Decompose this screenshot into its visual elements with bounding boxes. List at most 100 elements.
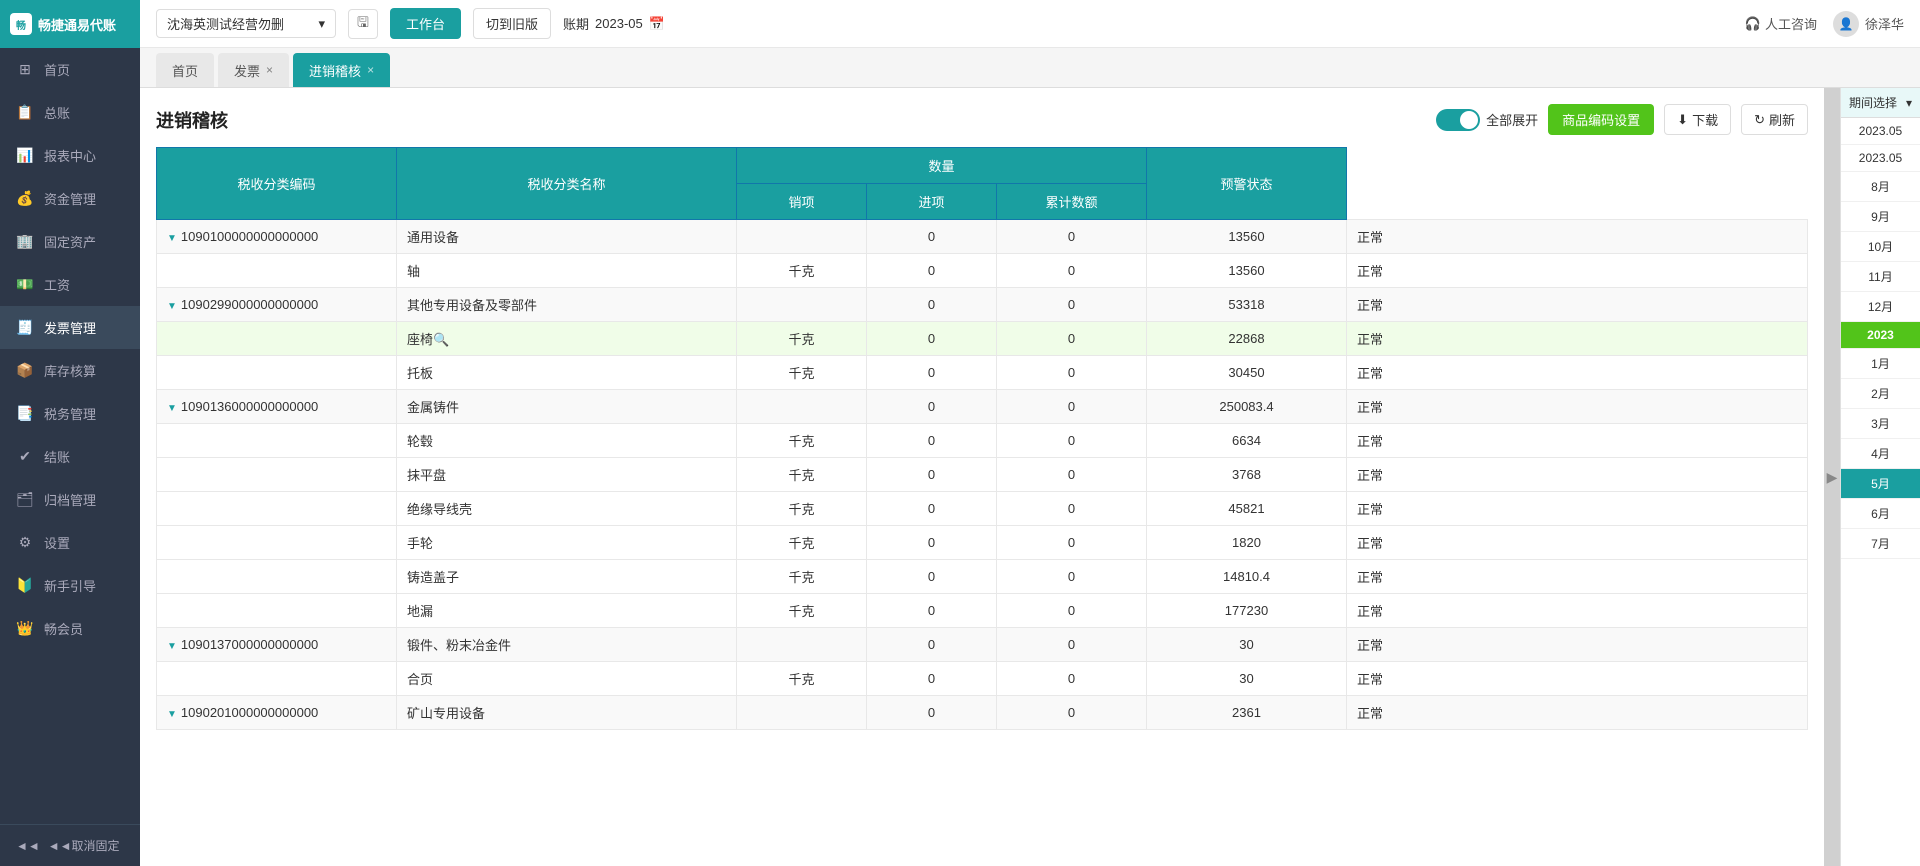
cell-name: 地漏: [397, 594, 737, 628]
row-arrow-icon[interactable]: ▼: [167, 301, 177, 312]
save-button[interactable]: 🖫: [348, 9, 378, 39]
period-item-7[interactable]: 2023: [1841, 322, 1920, 349]
sidebar-icon-10: 🗂: [16, 491, 34, 508]
period-item-13[interactable]: 6月: [1841, 499, 1920, 529]
sidebar-item-资金管理[interactable]: 💰资金管理: [0, 177, 140, 220]
sidebar-item-新手引导[interactable]: 🔰新手引导: [0, 564, 140, 607]
period-display: 账期 2023-05 📅: [563, 14, 665, 33]
search-icon[interactable]: 🔍: [433, 332, 449, 347]
sidebar-item-总账[interactable]: 📋总账: [0, 91, 140, 134]
sidebar-label-4: 固定资产: [44, 232, 96, 251]
row-arrow-icon[interactable]: ▼: [167, 403, 177, 414]
period-item-9[interactable]: 2月: [1841, 379, 1920, 409]
refresh-label: 刷新: [1769, 110, 1795, 129]
workbench-button[interactable]: 工作台: [390, 8, 461, 39]
period-item-4[interactable]: 10月: [1841, 232, 1920, 262]
cell-name: 抹平盘: [397, 458, 737, 492]
period-item-3[interactable]: 9月: [1841, 202, 1920, 232]
period-value: 2023-05: [595, 16, 643, 31]
sidebar-item-固定资产[interactable]: 🏢固定资产: [0, 220, 140, 263]
period-item-0[interactable]: 2023.05: [1841, 118, 1920, 145]
cell-unit: 千克: [737, 526, 867, 560]
cell-unit: 千克: [737, 356, 867, 390]
topbar-right: 🎧 人工咨询 👤 徐泽华: [1745, 11, 1904, 37]
sidebar-icon-11: ⚙: [16, 534, 34, 551]
cell-sales: 0: [867, 254, 997, 288]
table-row: 轮毂 千克 0 0 6634 正常: [157, 424, 1808, 458]
cell-name: 合页: [397, 662, 737, 696]
panel-collapse-arrow[interactable]: ▶: [1824, 88, 1840, 866]
sidebar-item-税务管理[interactable]: 📑税务管理: [0, 392, 140, 435]
period-panel-header[interactable]: 期间选择 ▾: [1841, 88, 1920, 118]
tab-close-1[interactable]: ×: [266, 63, 273, 77]
cell-name: 座椅🔍: [397, 322, 737, 356]
sidebar-icon-3: 💰: [16, 190, 34, 207]
sidebar-item-工资[interactable]: 💵工资: [0, 263, 140, 306]
refresh-button[interactable]: ↻ 刷新: [1741, 104, 1808, 135]
sidebar-bottom: ◄◄ ◄◄取消固定: [0, 824, 140, 866]
user-area[interactable]: 👤 徐泽华: [1833, 11, 1904, 37]
save-icon: 🖫: [357, 12, 369, 36]
cell-unit: [737, 288, 867, 322]
cell-code: [157, 458, 397, 492]
topbar: 沈海英测试经营勿删 ▾ 🖫 工作台 切到旧版 账期 2023-05 📅 🎧 人工…: [140, 0, 1920, 48]
toggle-switch[interactable]: [1436, 109, 1480, 131]
period-calendar-icon[interactable]: 📅: [649, 16, 665, 32]
cell-code: [157, 254, 397, 288]
cell-unit: 千克: [737, 254, 867, 288]
cell-unit: 千克: [737, 594, 867, 628]
cell-purchase: 0: [997, 458, 1147, 492]
row-arrow-icon[interactable]: ▼: [167, 233, 177, 244]
tab-进销稽核[interactable]: 进销稽核×: [293, 53, 390, 87]
expand-all-toggle[interactable]: 全部展开: [1436, 109, 1538, 131]
sidebar-item-首页[interactable]: ⊞首页: [0, 48, 140, 91]
sidebar-label-8: 税务管理: [44, 404, 96, 423]
sidebar-item-库存核算[interactable]: 📦库存核算: [0, 349, 140, 392]
sidebar-item-报表中心[interactable]: 📊报表中心: [0, 134, 140, 177]
cell-name: 通用设备: [397, 220, 737, 254]
tab-close-2[interactable]: ×: [367, 63, 374, 77]
sidebar-item-设置[interactable]: ⚙设置: [0, 521, 140, 564]
old-version-button[interactable]: 切到旧版: [473, 8, 551, 39]
sidebar-label-12: 新手引导: [44, 576, 96, 595]
cell-name: 轴: [397, 254, 737, 288]
product-code-button[interactable]: 商品编码设置: [1548, 104, 1654, 135]
cell-unit: 千克: [737, 560, 867, 594]
pin-label: ◄◄取消固定: [48, 837, 120, 854]
period-item-14[interactable]: 7月: [1841, 529, 1920, 559]
period-item-11[interactable]: 4月: [1841, 439, 1920, 469]
sidebar-item-结账[interactable]: ✔结账: [0, 435, 140, 478]
page-content: 进销稽核 全部展开 商品编码设置 ⬇ 下载 ↻ 刷新: [140, 88, 1824, 866]
cell-unit: 千克: [737, 458, 867, 492]
table-row: 手轮 千克 0 0 1820 正常: [157, 526, 1808, 560]
period-item-5[interactable]: 11月: [1841, 262, 1920, 292]
period-item-12[interactable]: 5月: [1841, 469, 1920, 499]
cell-status: 正常: [1347, 628, 1808, 662]
company-selector[interactable]: 沈海英测试经营勿删 ▾: [156, 9, 336, 38]
row-arrow-icon[interactable]: ▼: [167, 641, 177, 652]
period-item-1[interactable]: 2023.05: [1841, 145, 1920, 172]
sidebar-item-畅会员[interactable]: 👑畅会员: [0, 607, 140, 650]
support-link[interactable]: 🎧 人工咨询: [1745, 14, 1817, 33]
sidebar-icon-6: 🧾: [16, 319, 34, 336]
cell-unit: 千克: [737, 492, 867, 526]
period-item-6[interactable]: 12月: [1841, 292, 1920, 322]
row-arrow-icon[interactable]: ▼: [167, 709, 177, 720]
sidebar-icon-2: 📊: [16, 147, 34, 164]
cell-sales: 0: [867, 526, 997, 560]
cell-unit: 千克: [737, 322, 867, 356]
download-button[interactable]: ⬇ 下载: [1664, 104, 1731, 135]
sidebar-item-归档管理[interactable]: 🗂归档管理: [0, 478, 140, 521]
period-item-10[interactable]: 3月: [1841, 409, 1920, 439]
cell-cumulative: 45821: [1147, 492, 1347, 526]
period-item-8[interactable]: 1月: [1841, 349, 1920, 379]
table-row: ▼1090136000000000000 金属铸件 0 0 250083.4 正…: [157, 390, 1808, 424]
pin-sidebar-button[interactable]: ◄◄ ◄◄取消固定: [0, 825, 140, 866]
period-item-2[interactable]: 8月: [1841, 172, 1920, 202]
tab-发票[interactable]: 发票×: [218, 53, 289, 87]
company-name: 沈海英测试经营勿删: [167, 14, 312, 33]
sidebar-label-9: 结账: [44, 447, 70, 466]
tab-首页[interactable]: 首页: [156, 53, 214, 87]
cell-status: 正常: [1347, 492, 1808, 526]
sidebar-item-发票管理[interactable]: 🧾发票管理: [0, 306, 140, 349]
